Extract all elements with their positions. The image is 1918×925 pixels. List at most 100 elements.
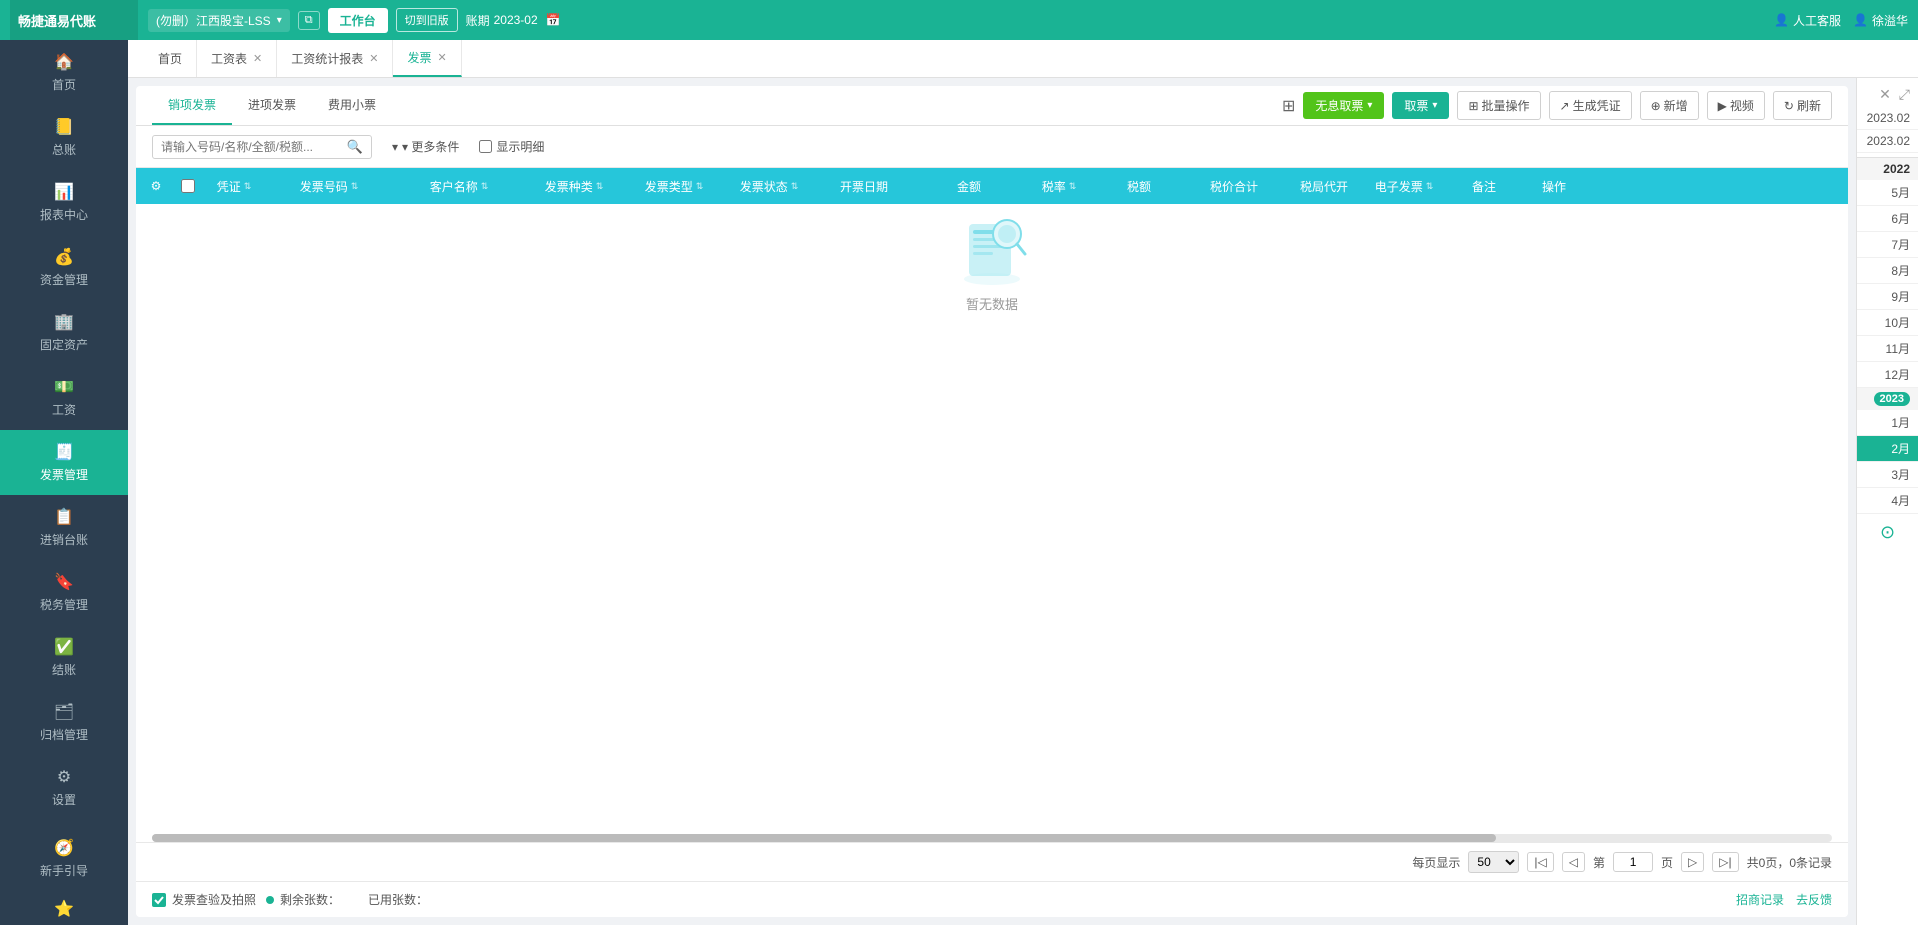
right-panel-bottom-icon[interactable]: ⊙ <box>1857 514 1918 551</box>
tab-payroll-stats-close[interactable]: ✕ <box>369 52 378 65</box>
show-detail-checkbox[interactable]: 显示明细 <box>479 138 544 155</box>
col-tax-rate[interactable]: 税率 ⇅ <box>1024 178 1094 195</box>
no-cancel-ticket-button[interactable]: 无息取票 ▾ <box>1303 92 1384 119</box>
col-invoice-type[interactable]: 发票种类 ⇅ <box>524 178 624 195</box>
sub-tab-purchase[interactable]: 进项发票 <box>232 86 312 125</box>
sidebar-item-settings[interactable]: ⚙ 设置 <box>0 755 128 820</box>
search-input[interactable] <box>161 140 347 154</box>
next-page-button[interactable]: ▷ <box>1681 852 1704 872</box>
month-2022-09[interactable]: 9月 <box>1857 284 1918 310</box>
month-2022-08[interactable]: 8月 <box>1857 258 1918 284</box>
tab-payroll-table[interactable]: 工资表 ✕ <box>197 40 277 77</box>
prev-page-button[interactable]: ◁ <box>1562 852 1585 872</box>
per-page-select[interactable]: 50 10 20 100 <box>1468 851 1519 873</box>
col-amount-label: 金额 <box>957 178 981 195</box>
sidebar-item-reports[interactable]: 📊 报表中心 <box>0 170 128 235</box>
page-main: 销项发票 进项发票 费用小票 ⊞ <box>128 78 1856 925</box>
year-2023-header[interactable]: 2023 <box>1857 388 1918 410</box>
sidebar-item-guide[interactable]: 🧭 新手引导 <box>0 828 128 889</box>
feedback-link[interactable]: 去反馈 <box>1796 891 1832 908</box>
sidebar-item-invoice[interactable]: 🧾 发票管理 <box>0 430 128 495</box>
last-page-button[interactable]: ▷| <box>1712 852 1738 872</box>
date-value-second: 2023.02 <box>1867 134 1910 148</box>
sidebar-item-closing[interactable]: ✅ 结账 <box>0 625 128 690</box>
sidebar-item-member[interactable]: ⭐ 畅会员 <box>0 889 128 925</box>
expand-icon[interactable]: ⊙ <box>1880 522 1895 543</box>
date-entry-2023-02-first[interactable]: 2023.02 <box>1857 107 1918 130</box>
company-selector[interactable]: (勿删）江西股宝-LSS ▾ <box>148 9 290 32</box>
col-customer[interactable]: 客户名称 ⇅ <box>394 178 524 195</box>
month-2023-04[interactable]: 4月 <box>1857 488 1918 514</box>
year-2022-header[interactable]: 2022 <box>1857 158 1918 180</box>
user-item[interactable]: 👤 徐溢华 <box>1853 12 1908 29</box>
tab-invoice[interactable]: 发票 ✕ <box>393 40 461 77</box>
sidebar-item-funds[interactable]: 💰 资金管理 <box>0 235 128 300</box>
ledger-icon: 📒 <box>54 117 74 137</box>
batch-ops-button[interactable]: ⊞ 批量操作 <box>1457 91 1540 120</box>
sidebar-item-archive[interactable]: 🗂 归档管理 <box>0 690 128 755</box>
switch-button[interactable]: 切到旧版 <box>396 8 458 32</box>
col-invoice-category[interactable]: 发票类型 ⇅ <box>624 178 724 195</box>
new-button[interactable]: ⊕ 新增 <box>1640 91 1699 120</box>
sidebar-item-assets[interactable]: 🏢 固定资产 <box>0 300 128 365</box>
col-invoice-no[interactable]: 发票号码 ⇅ <box>264 178 394 195</box>
sidebar-item-home[interactable]: 🏠 首页 <box>0 40 128 105</box>
copy-button[interactable]: ⧉ <box>298 11 320 30</box>
month-2022-11[interactable]: 11月 <box>1857 336 1918 362</box>
join-link[interactable]: 招商记录 <box>1736 891 1784 908</box>
sidebar-label-closing: 结账 <box>52 661 76 678</box>
col-total[interactable]: 税价合计 <box>1184 178 1284 195</box>
col-tax[interactable]: 税额 <box>1094 178 1184 195</box>
generate-voucher-label: 生成凭证 <box>1573 97 1621 114</box>
filter-button[interactable]: ▾ ▾ 更多条件 <box>384 134 467 159</box>
sub-tab-expense[interactable]: 费用小票 <box>312 86 392 125</box>
month-2022-12[interactable]: 12月 <box>1857 362 1918 388</box>
cancel-ticket-button[interactable]: 取票 ▾ <box>1392 92 1449 119</box>
col-tax-code[interactable]: 税局代开 <box>1284 178 1364 195</box>
period-calendar-icon[interactable]: 📅 <box>546 13 561 27</box>
page-input[interactable] <box>1613 852 1653 872</box>
month-2022-10[interactable]: 10月 <box>1857 310 1918 336</box>
month-2022-05[interactable]: 5月 <box>1857 180 1918 206</box>
generate-voucher-button[interactable]: ↗ 生成凭证 <box>1549 91 1632 120</box>
col-voucher[interactable]: 凭证 ⇅ <box>204 178 264 195</box>
col-check[interactable] <box>172 179 204 193</box>
col-remark[interactable]: 备注 <box>1444 178 1524 195</box>
tab-invoice-close[interactable]: ✕ <box>438 51 447 64</box>
month-2023-02[interactable]: 2月 <box>1857 436 1918 462</box>
tab-payroll-stats[interactable]: 工资统计报表 ✕ <box>277 40 393 77</box>
tab-payroll-table-close[interactable]: ✕ <box>253 52 262 65</box>
date-entry-2023-02-second[interactable]: 2023.02 <box>1857 130 1918 153</box>
sidebar-item-purchase[interactable]: 📋 进销台账 <box>0 495 128 560</box>
right-expand-button[interactable]: ⤢ <box>1899 86 1910 103</box>
col-settings[interactable]: ⚙ <box>140 179 172 193</box>
col-amount[interactable]: 金额 <box>914 178 1024 195</box>
grid-settings-icon[interactable]: ⊞ <box>1282 96 1295 116</box>
month-2022-06[interactable]: 6月 <box>1857 206 1918 232</box>
sidebar-item-payroll[interactable]: 💵 工资 <box>0 365 128 430</box>
right-close-button[interactable]: ✕ <box>1879 86 1891 103</box>
month-2023-03[interactable]: 3月 <box>1857 462 1918 488</box>
tax-icon: 🔖 <box>54 572 74 592</box>
logo-area[interactable]: 畅捷通易代账 <box>10 0 138 40</box>
col-electronic[interactable]: 电子发票 ⇅ <box>1364 178 1444 195</box>
month-2023-01[interactable]: 1月 <box>1857 410 1918 436</box>
sub-tab-sales[interactable]: 销项发票 <box>152 86 232 125</box>
select-all-checkbox[interactable] <box>181 179 195 193</box>
first-page-button[interactable]: |◁ <box>1527 852 1553 872</box>
sidebar-item-ledger[interactable]: 📒 总账 <box>0 105 128 170</box>
month-2022-07[interactable]: 7月 <box>1857 232 1918 258</box>
sidebar-item-tax[interactable]: 🔖 税务管理 <box>0 560 128 625</box>
scroll-bar-area[interactable] <box>152 834 1832 842</box>
workspace-button[interactable]: 工作台 <box>328 8 388 33</box>
col-status[interactable]: 发票状态 ⇅ <box>724 178 814 195</box>
scroll-bar-thumb[interactable] <box>152 834 1496 842</box>
video-button[interactable]: ▶ 视频 <box>1707 91 1765 120</box>
grid-body: 暂无数据 <box>136 204 1848 834</box>
tab-home[interactable]: 首页 <box>144 40 197 77</box>
right-panel-header: ✕ ⤢ 2023.02 2023.02 <box>1857 78 1918 158</box>
show-detail-check[interactable] <box>479 140 492 153</box>
refresh-button[interactable]: ↻ 刷新 <box>1773 91 1832 120</box>
col-date[interactable]: 开票日期 <box>814 178 914 195</box>
support-item[interactable]: 👤 人工客服 <box>1774 12 1841 29</box>
